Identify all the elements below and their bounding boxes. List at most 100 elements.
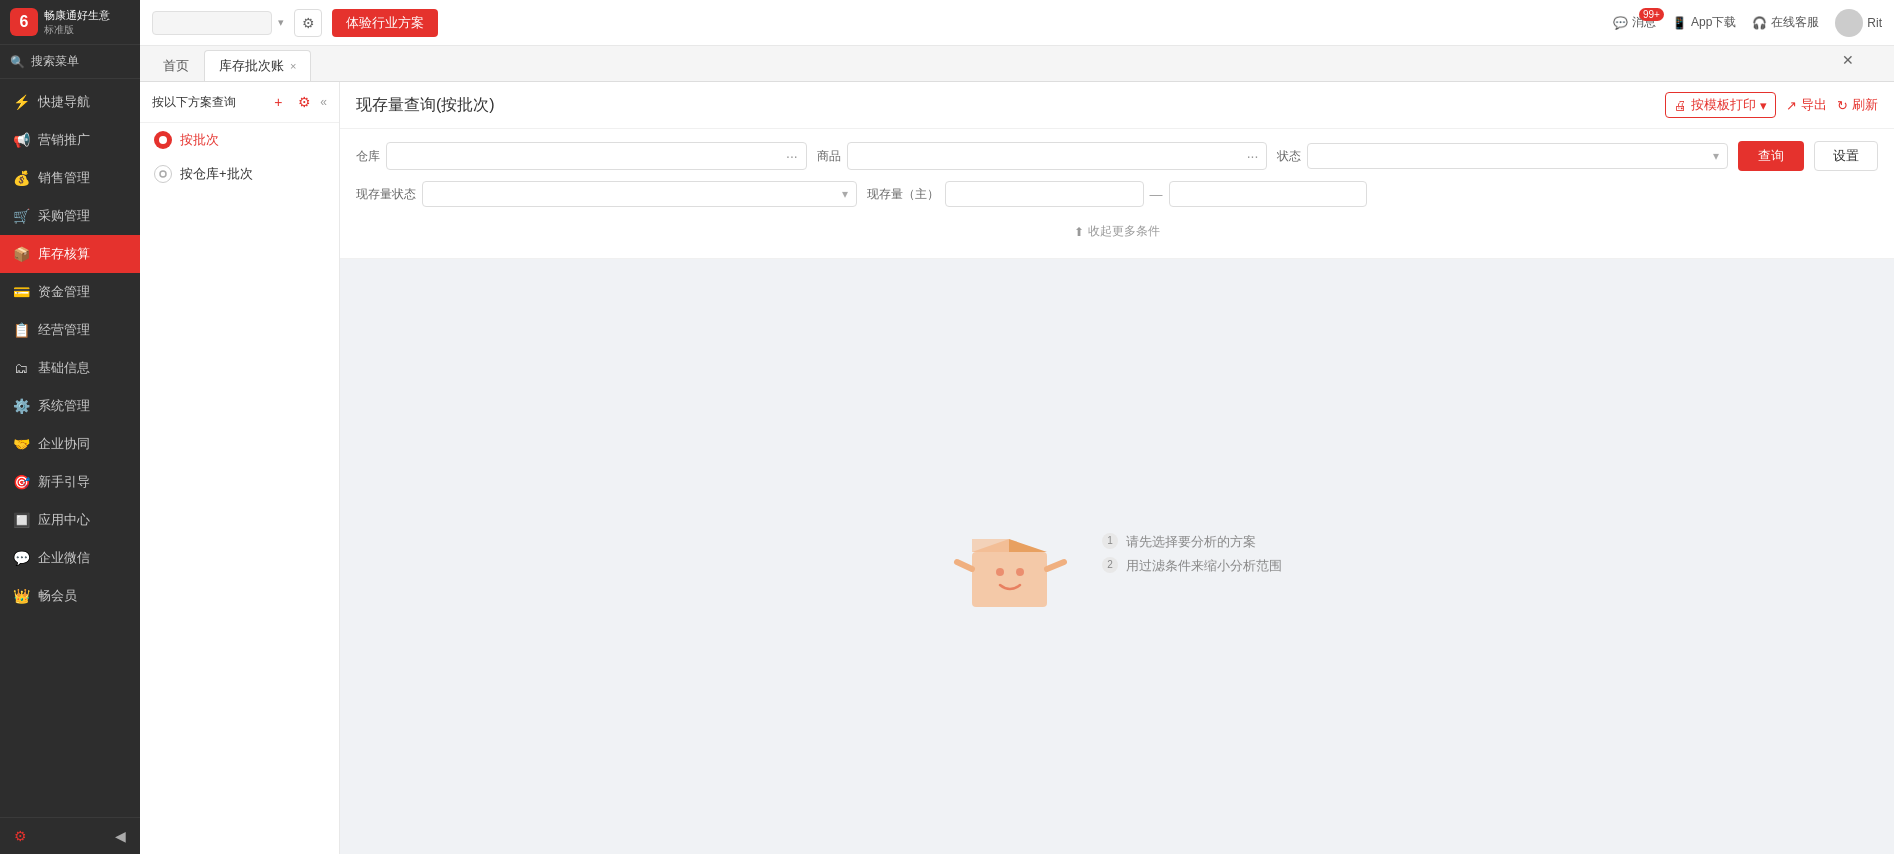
empty-hint-1: 1 请先选择要分析的方案 (1102, 533, 1282, 551)
print-icon: 🖨 (1674, 98, 1687, 113)
apps-icon: 🔲 (12, 511, 30, 529)
stock-qty-filter-group: 现存量（主） — (867, 181, 1368, 207)
stock-qty-label: 现存量（主） (867, 186, 939, 203)
filter-row-1: 仓库 ··· 商品 ··· 状态 (356, 141, 1878, 171)
print-dropdown-icon[interactable]: ▾ (1760, 98, 1767, 113)
scheme-item-warehouse-batch[interactable]: 按仓库+批次 (140, 157, 339, 191)
sidebar-item-sales[interactable]: 💰 销售管理 (0, 159, 140, 197)
refresh-button[interactable]: ↻ 刷新 (1837, 96, 1878, 114)
sidebar-item-basic[interactable]: 🗂 基础信息 (0, 349, 140, 387)
hint1-num: 1 (1102, 533, 1118, 549)
export-button[interactable]: ↗ 导出 (1786, 96, 1827, 114)
stock-qty-dash: — (1150, 187, 1163, 202)
status-label: 状态 (1277, 148, 1301, 165)
sidebar-item-finance[interactable]: 💳 资金管理 (0, 273, 140, 311)
product-more-icon[interactable]: ··· (1247, 148, 1259, 164)
inventory-icon: 📦 (12, 245, 30, 263)
sidebar: 6 畅康通好生意 标准版 🔍 搜索菜单 ⚡ 快捷导航 📢 营销推广 💰 销售管理… (0, 0, 140, 854)
topbar: ▾ ⚙ 体验行业方案 💬 消息 99+ 📱 App下载 🎧 在线客服 Rit (140, 0, 1894, 46)
add-scheme-button[interactable]: + (268, 92, 288, 112)
sidebar-item-enterprise[interactable]: 🤝 企业协同 (0, 425, 140, 463)
status-filter-group: 状态 ▾ (1277, 143, 1728, 169)
tabbar: 首页 库存批次账 × ✕ (140, 46, 1894, 82)
product-filter-group: 商品 ··· (817, 142, 1268, 170)
topbar-settings-button[interactable]: ⚙ (294, 9, 322, 37)
stock-status-filter-group: 现存量状态 ▾ (356, 181, 857, 207)
tab-inventory-batch[interactable]: 库存批次账 × (204, 50, 311, 81)
stock-qty-min-input[interactable] (945, 181, 1144, 207)
sidebar-item-member[interactable]: 👑 畅会员 (0, 577, 140, 615)
tab-close-button[interactable]: × (290, 60, 296, 72)
right-panel: 现存量查询(按批次) 🖨 按模板打印 ▾ ↗ 导出 ↻ 刷新 (340, 82, 1894, 854)
sidebar-item-system[interactable]: ⚙️ 系统管理 (0, 387, 140, 425)
filter-settings-button[interactable]: 设置 (1814, 141, 1878, 171)
user-avatar (1835, 9, 1863, 37)
operation-icon: 📋 (12, 321, 30, 339)
stock-status-chevron-icon: ▾ (842, 187, 848, 201)
print-button[interactable]: 🖨 按模板打印 ▾ (1665, 92, 1776, 118)
user-name: Rit (1867, 16, 1882, 30)
guide-icon: 🎯 (12, 473, 30, 491)
app-download-button[interactable]: 📱 App下载 (1672, 14, 1736, 31)
warehouse-input[interactable]: ··· (386, 142, 807, 170)
tab-home[interactable]: 首页 (148, 50, 204, 81)
hint1-text: 请先选择要分析的方案 (1126, 533, 1256, 551)
svg-point-4 (1016, 568, 1024, 576)
status-select[interactable]: ▾ (1307, 143, 1728, 169)
left-panel-header: 按以下方案查询 + ⚙ « (140, 82, 339, 123)
collapse-more-button[interactable]: ⬆ 收起更多条件 (356, 217, 1878, 246)
sidebar-item-guide[interactable]: 🎯 新手引导 (0, 463, 140, 501)
stock-status-label: 现存量状态 (356, 186, 416, 203)
content-area: 按以下方案查询 + ⚙ « 按批次 按仓库+批次 (140, 82, 1894, 854)
svg-point-1 (160, 171, 166, 177)
quick-nav-icon: ⚡ (12, 93, 30, 111)
message-badge: 99+ (1639, 8, 1664, 21)
left-panel-collapse-button[interactable]: « (320, 95, 327, 109)
scheme-settings-button[interactable]: ⚙ (294, 92, 314, 112)
hint2-num: 2 (1102, 557, 1118, 573)
sidebar-collapse-icon[interactable]: ◀ (110, 826, 130, 846)
filter-row-2: 现存量状态 ▾ 现存量（主） — (356, 181, 1878, 207)
service-icon: 🎧 (1752, 16, 1767, 30)
sidebar-search[interactable]: 🔍 搜索菜单 (0, 45, 140, 79)
sidebar-item-apps[interactable]: 🔲 应用中心 (0, 501, 140, 539)
scheme-warehouse-batch-icon (154, 165, 172, 183)
finance-icon: 💳 (12, 283, 30, 301)
stock-qty-range: — (945, 181, 1368, 207)
warehouse-more-icon[interactable]: ··· (786, 148, 798, 164)
online-service-button[interactable]: 🎧 在线客服 (1752, 14, 1819, 31)
marketing-icon: 📢 (12, 131, 30, 149)
filter-area: 仓库 ··· 商品 ··· 状态 (340, 129, 1894, 259)
topbar-dropdown-icon[interactable]: ▾ (278, 16, 284, 29)
user-info[interactable]: Rit (1835, 9, 1882, 37)
left-panel: 按以下方案查询 + ⚙ « 按批次 按仓库+批次 (140, 82, 340, 854)
stock-status-select[interactable]: ▾ (422, 181, 857, 207)
product-input[interactable]: ··· (847, 142, 1268, 170)
stock-qty-max-input[interactable] (1169, 181, 1368, 207)
empty-hints: 1 请先选择要分析的方案 2 用过滤条件来缩小分析范围 (1102, 533, 1282, 581)
topbar-search-area: ▾ (152, 11, 284, 35)
wechat-icon: 💬 (12, 549, 30, 567)
scheme-item-batch[interactable]: 按批次 (140, 123, 339, 157)
sidebar-item-quick-nav[interactable]: ⚡ 快捷导航 (0, 83, 140, 121)
sidebar-item-inventory[interactable]: 📦 库存核算 (0, 235, 140, 273)
tabbar-global-close-button[interactable]: ✕ (1842, 52, 1854, 68)
basic-icon: 🗂 (12, 359, 30, 377)
sidebar-item-purchase[interactable]: 🛒 采购管理 (0, 197, 140, 235)
collapse-up-icon: ⬆ (1074, 225, 1084, 239)
member-icon: 👑 (12, 587, 30, 605)
product-label: 商品 (817, 148, 841, 165)
sidebar-item-marketing[interactable]: 📢 营销推广 (0, 121, 140, 159)
enterprise-icon: 🤝 (12, 435, 30, 453)
system-icon: ⚙️ (12, 397, 30, 415)
sidebar-settings-icon[interactable]: ⚙ (10, 826, 30, 846)
sidebar-item-operation[interactable]: 📋 经营管理 (0, 311, 140, 349)
sidebar-item-wechat[interactable]: 💬 企业微信 (0, 539, 140, 577)
phone-icon: 📱 (1672, 16, 1687, 30)
topbar-search-input[interactable] (152, 11, 272, 35)
page-title: 现存量查询(按批次) (356, 95, 495, 116)
app-title: 畅康通好生意 标准版 (44, 8, 110, 35)
trial-button[interactable]: 体验行业方案 (332, 9, 438, 37)
message-button[interactable]: 💬 消息 99+ (1613, 14, 1656, 31)
query-button[interactable]: 查询 (1738, 141, 1804, 171)
